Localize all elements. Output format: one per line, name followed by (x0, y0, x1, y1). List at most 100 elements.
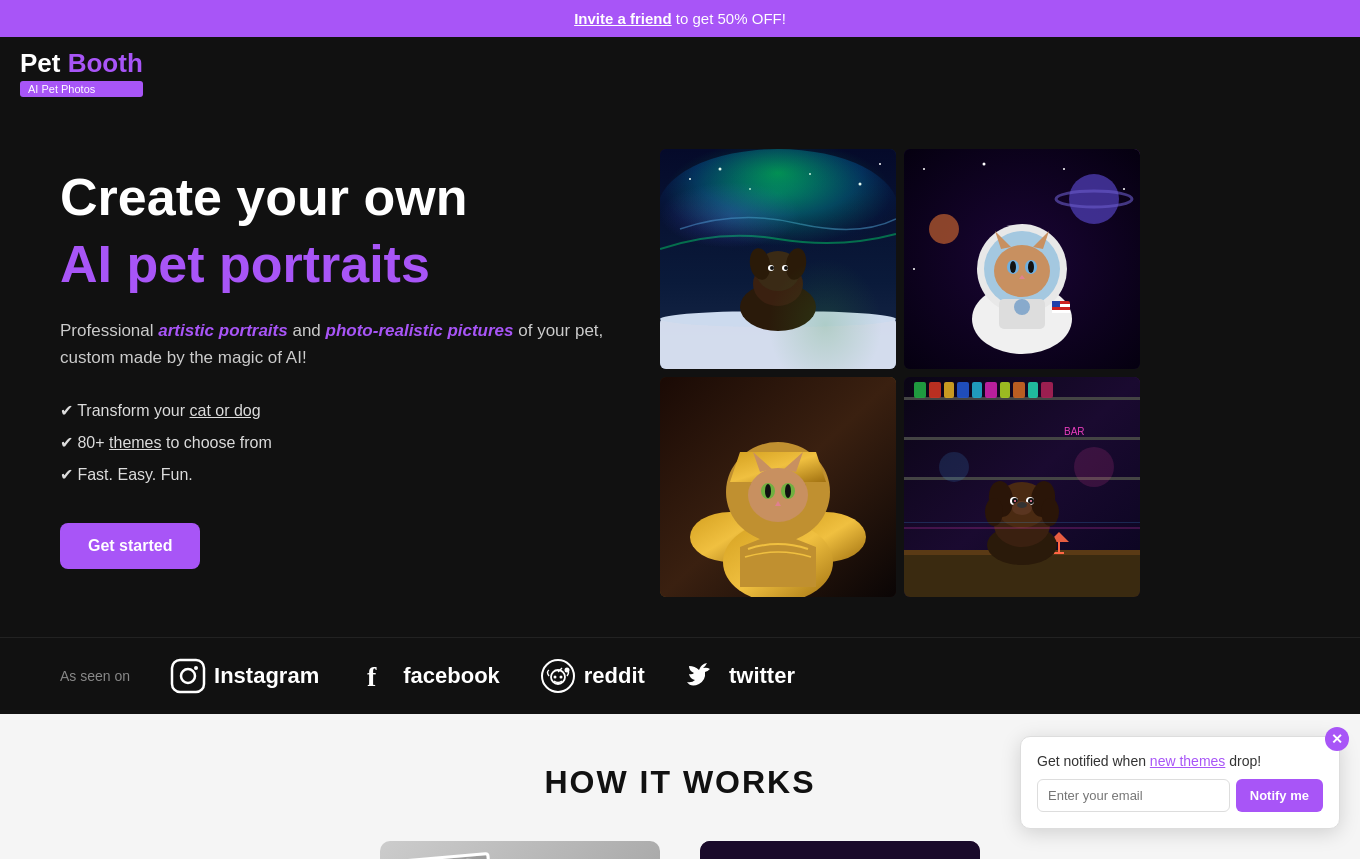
feature2-prefix: ✔ 80+ (60, 434, 109, 451)
hero-image-cat-armor (660, 377, 896, 597)
svg-rect-2 (660, 319, 896, 369)
notify-form: Notify me (1037, 779, 1323, 812)
svg-point-91 (1014, 500, 1016, 502)
svg-rect-70 (1013, 382, 1025, 398)
svg-point-101 (542, 660, 574, 692)
svg-point-10 (782, 265, 788, 271)
svg-rect-72 (1041, 382, 1053, 398)
svg-point-12 (784, 266, 788, 270)
svg-rect-79 (1054, 552, 1064, 554)
hero-text-block: Create your own AI pet portraits Profess… (60, 149, 620, 570)
hero-image-dog-aurora (660, 149, 896, 369)
feature-cat-dog: ✔ Transform your cat or dog (60, 395, 620, 427)
as-seen-on-label: As seen on (60, 668, 130, 684)
desc-em1: artistic portraits (158, 321, 287, 340)
facebook-label: facebook (403, 663, 500, 689)
svg-point-27 (913, 268, 915, 270)
svg-point-11 (770, 266, 774, 270)
twitter-label: twitter (729, 663, 795, 689)
svg-text:f: f (367, 661, 377, 692)
svg-point-17 (859, 182, 862, 185)
instagram-link[interactable]: Instagram (170, 658, 319, 694)
reddit-label: reddit (584, 663, 645, 689)
notify-popup: ✕ Get notified when new themes drop! Not… (1020, 736, 1340, 829)
step-1 (380, 841, 660, 859)
logo-badge: AI Pet Photos (20, 81, 143, 97)
logo-booth: Booth (68, 48, 143, 78)
notify-themes-link[interactable]: new themes (1150, 753, 1225, 769)
svg-point-86 (1041, 498, 1059, 526)
svg-rect-43 (1052, 310, 1070, 313)
get-started-button[interactable]: Get started (60, 523, 200, 569)
svg-point-18 (879, 163, 881, 165)
hero-images-grid: BAR (660, 149, 1140, 597)
reddit-icon (540, 658, 576, 694)
svg-point-94 (1017, 502, 1027, 508)
svg-rect-44 (1052, 301, 1060, 307)
svg-point-36 (1010, 261, 1016, 273)
notify-submit-button[interactable]: Notify me (1236, 779, 1323, 812)
svg-point-7 (747, 246, 772, 281)
logo-pet: Pet (20, 48, 60, 78)
svg-rect-69 (1000, 382, 1010, 398)
twitter-link[interactable]: twitter (685, 658, 795, 694)
logo-text[interactable]: Pet Booth (20, 49, 143, 78)
svg-point-25 (1063, 168, 1065, 170)
feature2-suffix: to choose from (162, 434, 272, 451)
reddit-link[interactable]: reddit (540, 658, 645, 694)
svg-point-16 (809, 173, 811, 175)
svg-point-31 (994, 245, 1050, 297)
hero-image-dog-bar: BAR (904, 377, 1140, 597)
hero-description: Professional artistic portraits and phot… (60, 317, 620, 371)
svg-point-26 (1123, 188, 1125, 190)
svg-rect-67 (972, 382, 982, 398)
instagram-label: Instagram (214, 663, 319, 689)
social-bar: As seen on Instagram f facebook re (0, 637, 1360, 714)
header: Pet Booth AI Pet Photos (0, 37, 1360, 109)
svg-rect-66 (957, 382, 969, 398)
svg-point-8 (783, 246, 808, 281)
desc-mid: and (288, 321, 326, 340)
svg-point-9 (768, 265, 774, 271)
svg-rect-95 (904, 527, 1140, 529)
svg-point-40 (1014, 299, 1030, 315)
svg-rect-97 (172, 660, 204, 692)
svg-point-37 (1028, 261, 1034, 273)
svg-point-15 (749, 188, 751, 190)
notify-close-button[interactable]: ✕ (1325, 727, 1349, 751)
facebook-icon: f (359, 658, 395, 694)
svg-point-99 (194, 666, 198, 670)
svg-rect-78 (1058, 542, 1060, 552)
svg-point-103 (553, 675, 556, 678)
svg-point-1 (660, 149, 896, 269)
desc-prefix: Professional (60, 321, 158, 340)
facebook-link[interactable]: f facebook (359, 658, 500, 694)
invite-link[interactable]: Invite a friend (574, 10, 672, 27)
svg-point-75 (939, 452, 969, 482)
svg-point-56 (765, 484, 771, 498)
feature1-link[interactable]: cat or dog (189, 402, 260, 419)
step-2-image (700, 841, 980, 859)
hero-image-cat-astronaut (904, 149, 1140, 369)
feature2-link[interactable]: themes (109, 434, 161, 451)
svg-point-104 (559, 675, 562, 678)
svg-point-13 (689, 178, 691, 180)
hero-title: Create your own (60, 169, 620, 226)
step-2-svg (700, 841, 980, 859)
photo-card-1 (390, 851, 501, 859)
svg-point-51 (748, 468, 808, 522)
feature-fast: ✔ Fast. Easy. Fun. (60, 459, 620, 491)
twitter-icon (685, 658, 721, 694)
svg-point-98 (181, 669, 195, 683)
svg-rect-61 (904, 437, 1140, 440)
svg-rect-64 (929, 382, 941, 398)
svg-point-14 (719, 167, 722, 170)
svg-point-20 (1069, 174, 1119, 224)
desc-em2: photo-realistic pictures (326, 321, 514, 340)
svg-rect-71 (1028, 382, 1038, 398)
notify-prefix: Get notified when (1037, 753, 1150, 769)
notify-email-input[interactable] (1037, 779, 1230, 812)
hero-features: ✔ Transform your cat or dog ✔ 80+ themes… (60, 395, 620, 491)
svg-point-23 (923, 168, 925, 170)
svg-point-3 (660, 311, 896, 327)
